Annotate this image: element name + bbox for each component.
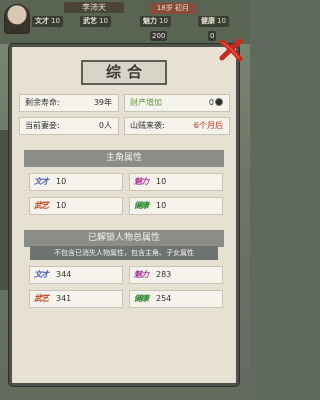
attr-value: 344 [56,270,72,279]
attr-key: 健康 [134,294,149,303]
protagonist-attr-meili: 魅力 10 [129,173,223,191]
unlocked-section-title: 已解锁人物总属性 [24,230,224,247]
bg-stat-value: 10 [51,17,60,25]
bg-stat-wuyi: 武艺 10 [80,16,111,27]
close-x-icon [219,38,243,62]
attr-key: 武艺 [34,201,49,210]
bg-stat-value: 10 [217,17,226,25]
unlocked-attr-meili: 魅力 283 [129,266,223,284]
bg-stat-value: 10 [159,17,168,25]
bandit-label: 山贼来袭: [130,121,165,130]
current-spouse-label: 当前妻妾: [25,121,60,130]
close-button[interactable] [217,36,245,64]
date-badge: 18岁 初月 [150,3,196,14]
unlocked-section-note: 不包含已消失人物属性，包含主角、子女属性 [30,246,218,260]
protagonist-attr-wuyi: 武艺 10 [29,197,123,215]
bg-stat-key: 魅力 [143,17,157,25]
bg-stat-key: 健康 [201,17,215,25]
bg-resource-other: 0 [208,31,217,41]
attr-key: 魅力 [134,270,149,279]
wealth-box: 财产增加 0 [124,94,230,112]
wealth-value: 0 [208,98,214,107]
current-spouse-value: 0人 [98,121,112,130]
wealth-label: 财产增加 [130,98,162,107]
remaining-life-box: 剩余寿命: 39年 [19,94,119,112]
bg-stat-value: 10 [99,17,108,25]
bg-stat-meili: 魅力 10 [140,16,171,27]
bg-stat-key: 武艺 [83,17,97,25]
unlocked-attr-jiankang: 健康 254 [129,290,223,308]
avatar[interactable] [4,4,30,34]
attr-key: 武艺 [34,294,49,303]
bg-resource-money: 200 [150,31,168,41]
protagonist-attr-jiankang: 健康 10 [129,197,223,215]
protagonist-attr-wencai: 文才 10 [29,173,123,191]
modal-title: 综合 [81,60,167,85]
attr-value: 254 [156,294,172,303]
attr-value: 10 [56,201,67,210]
attr-value: 283 [156,270,172,279]
bandit-box: 山贼来袭: 6个月后 [124,117,230,135]
remaining-life-value: 39年 [93,98,112,107]
attr-value: 10 [156,177,167,186]
attr-value: 341 [56,294,72,303]
protagonist-section-title: 主角属性 [24,150,224,167]
bg-stat-jiankang: 健康 10 [198,16,229,27]
attr-key: 文才 [34,177,49,186]
character-name: 李沛天 [64,2,124,13]
bandit-value: 6个月后 [193,121,223,130]
attr-value: 10 [156,201,167,210]
attr-value: 10 [56,177,67,186]
attr-key: 文才 [34,270,49,279]
bg-stat-wencai: 文才 10 [32,16,63,27]
attr-key: 魅力 [134,177,149,186]
attr-key: 健康 [134,201,149,210]
coin-icon [215,98,223,106]
bg-stat-key: 文才 [35,17,49,25]
summary-modal: 综合 剩余寿命: 39年 财产增加 0 当前妻妾: 0人 山贼来袭: 6个月后 … [9,44,239,386]
unlocked-attr-wencai: 文才 344 [29,266,123,284]
remaining-life-label: 剩余寿命: [25,98,60,107]
current-spouse-box: 当前妻妾: 0人 [19,117,119,135]
unlocked-attr-wuyi: 武艺 341 [29,290,123,308]
